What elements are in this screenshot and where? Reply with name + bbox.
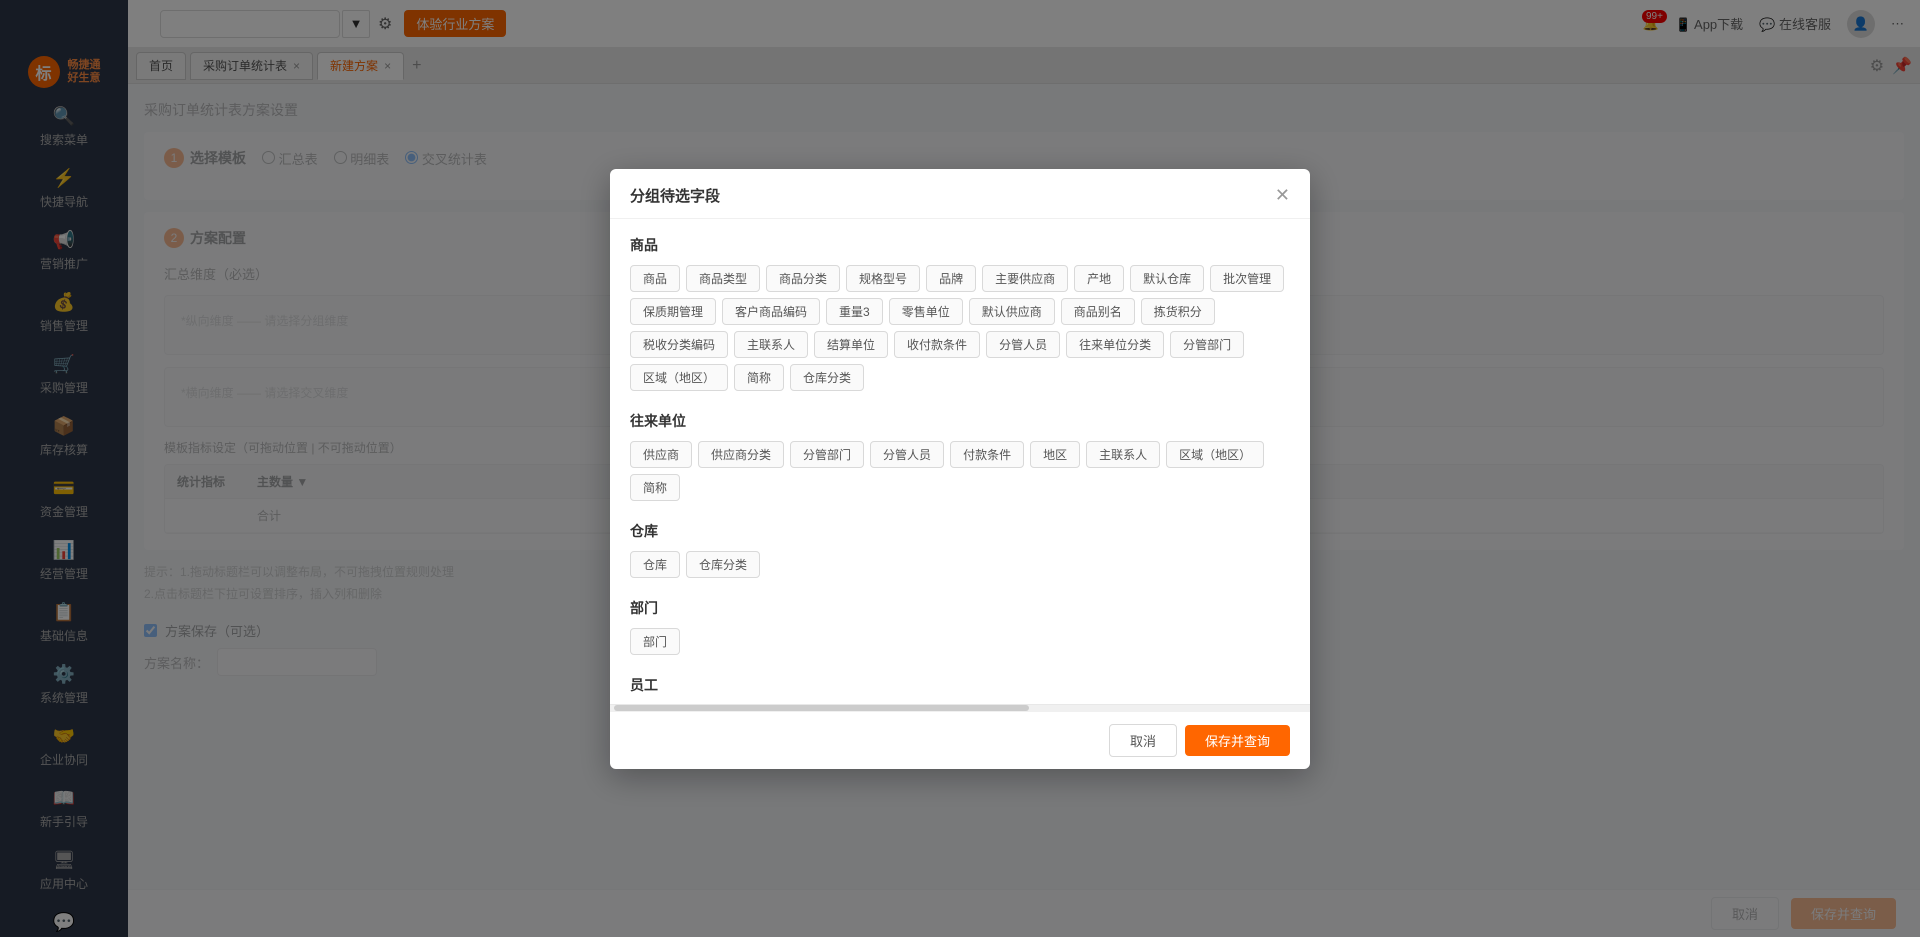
- save-query-button[interactable]: 保存并查询: [1185, 725, 1290, 756]
- tag-商品别名[interactable]: 商品别名: [1061, 298, 1135, 325]
- tag-默认仓库[interactable]: 默认仓库: [1130, 265, 1204, 292]
- tag-税收分类编码[interactable]: 税收分类编码: [630, 331, 728, 358]
- tag-简称[interactable]: 简称: [630, 474, 680, 501]
- dialog-body: 商品商品商品类型商品分类规格型号品牌主要供应商产地默认仓库批次管理保质期管理客户…: [610, 219, 1310, 704]
- dialog-header: 分组待选字段 ✕: [610, 169, 1310, 219]
- tag-拣货积分[interactable]: 拣货积分: [1141, 298, 1215, 325]
- tag-重量3[interactable]: 重量3: [826, 298, 883, 325]
- tag-规格型号[interactable]: 规格型号: [846, 265, 920, 292]
- dialog-footer: 取消 保存并查询: [610, 711, 1310, 769]
- tags-grid-department: 部门: [630, 628, 1290, 655]
- horizontal-scrollbar[interactable]: [610, 704, 1310, 711]
- tag-产地[interactable]: 产地: [1074, 265, 1124, 292]
- section-title-employee: 员工: [630, 675, 1290, 695]
- tag-商品类型[interactable]: 商品类型: [686, 265, 760, 292]
- cancel-button[interactable]: 取消: [1109, 724, 1177, 757]
- tag-仓库[interactable]: 仓库: [630, 551, 680, 578]
- section-title-department: 部门: [630, 598, 1290, 618]
- tag-区域（地区）[interactable]: 区域（地区）: [1166, 441, 1264, 468]
- section-department: 部门部门: [630, 598, 1290, 655]
- tags-grid-goods: 商品商品类型商品分类规格型号品牌主要供应商产地默认仓库批次管理保质期管理客户商品…: [630, 265, 1290, 391]
- section-partner: 往来单位供应商供应商分类分管部门分管人员付款条件地区主联系人区域（地区） 简称: [630, 411, 1290, 501]
- tag-简称[interactable]: 简称: [734, 364, 784, 391]
- tag-批次管理[interactable]: 批次管理: [1210, 265, 1284, 292]
- tag-主要供应商[interactable]: 主要供应商: [982, 265, 1068, 292]
- tag-区域（地区）[interactable]: 区域（地区）: [630, 364, 728, 391]
- section-title-partner: 往来单位: [630, 411, 1290, 431]
- tags-grid-warehouse: 仓库仓库分类: [630, 551, 1290, 578]
- tag-供应商[interactable]: 供应商: [630, 441, 692, 468]
- tags-grid-partner: 供应商供应商分类分管部门分管人员付款条件地区主联系人区域（地区） 简称: [630, 441, 1290, 501]
- section-goods: 商品商品商品类型商品分类规格型号品牌主要供应商产地默认仓库批次管理保质期管理客户…: [630, 235, 1290, 391]
- tag-分管人员[interactable]: 分管人员: [870, 441, 944, 468]
- tag-仓库分类[interactable]: 仓库分类: [790, 364, 864, 391]
- dialog: 分组待选字段 ✕ 商品商品商品类型商品分类规格型号品牌主要供应商产地默认仓库批次…: [610, 169, 1310, 769]
- tag-分管人员[interactable]: 分管人员: [986, 331, 1060, 358]
- tag-分管部门[interactable]: 分管部门: [1170, 331, 1244, 358]
- tag-默认供应商[interactable]: 默认供应商: [969, 298, 1055, 325]
- dialog-title: 分组待选字段: [630, 185, 720, 206]
- overlay: 分组待选字段 ✕ 商品商品商品类型商品分类规格型号品牌主要供应商产地默认仓库批次…: [0, 0, 1920, 937]
- tag-付款条件[interactable]: 付款条件: [950, 441, 1024, 468]
- dialog-close-button[interactable]: ✕: [1275, 185, 1290, 206]
- tag-供应商分类[interactable]: 供应商分类: [698, 441, 784, 468]
- section-warehouse: 仓库仓库仓库分类: [630, 521, 1290, 578]
- tag-分管部门[interactable]: 分管部门: [790, 441, 864, 468]
- tag-主联系人[interactable]: 主联系人: [1086, 441, 1160, 468]
- tag-商品[interactable]: 商品: [630, 265, 680, 292]
- tag-仓库分类[interactable]: 仓库分类: [686, 551, 760, 578]
- section-employee: 员工业务员: [630, 675, 1290, 704]
- tag-地区[interactable]: 地区: [1030, 441, 1080, 468]
- tag-品牌[interactable]: 品牌: [926, 265, 976, 292]
- tag-保质期管理[interactable]: 保质期管理: [630, 298, 716, 325]
- tag-结算单位[interactable]: 结算单位: [814, 331, 888, 358]
- tag-客户商品编码[interactable]: 客户商品编码: [722, 298, 820, 325]
- tag-收付款条件[interactable]: 收付款条件: [894, 331, 980, 358]
- tag-往来单位分类[interactable]: 往来单位分类: [1066, 331, 1164, 358]
- section-title-warehouse: 仓库: [630, 521, 1290, 541]
- tag-零售单位[interactable]: 零售单位: [889, 298, 963, 325]
- tag-商品分类[interactable]: 商品分类: [766, 265, 840, 292]
- section-title-goods: 商品: [630, 235, 1290, 255]
- tag-部门[interactable]: 部门: [630, 628, 680, 655]
- tag-主联系人[interactable]: 主联系人: [734, 331, 808, 358]
